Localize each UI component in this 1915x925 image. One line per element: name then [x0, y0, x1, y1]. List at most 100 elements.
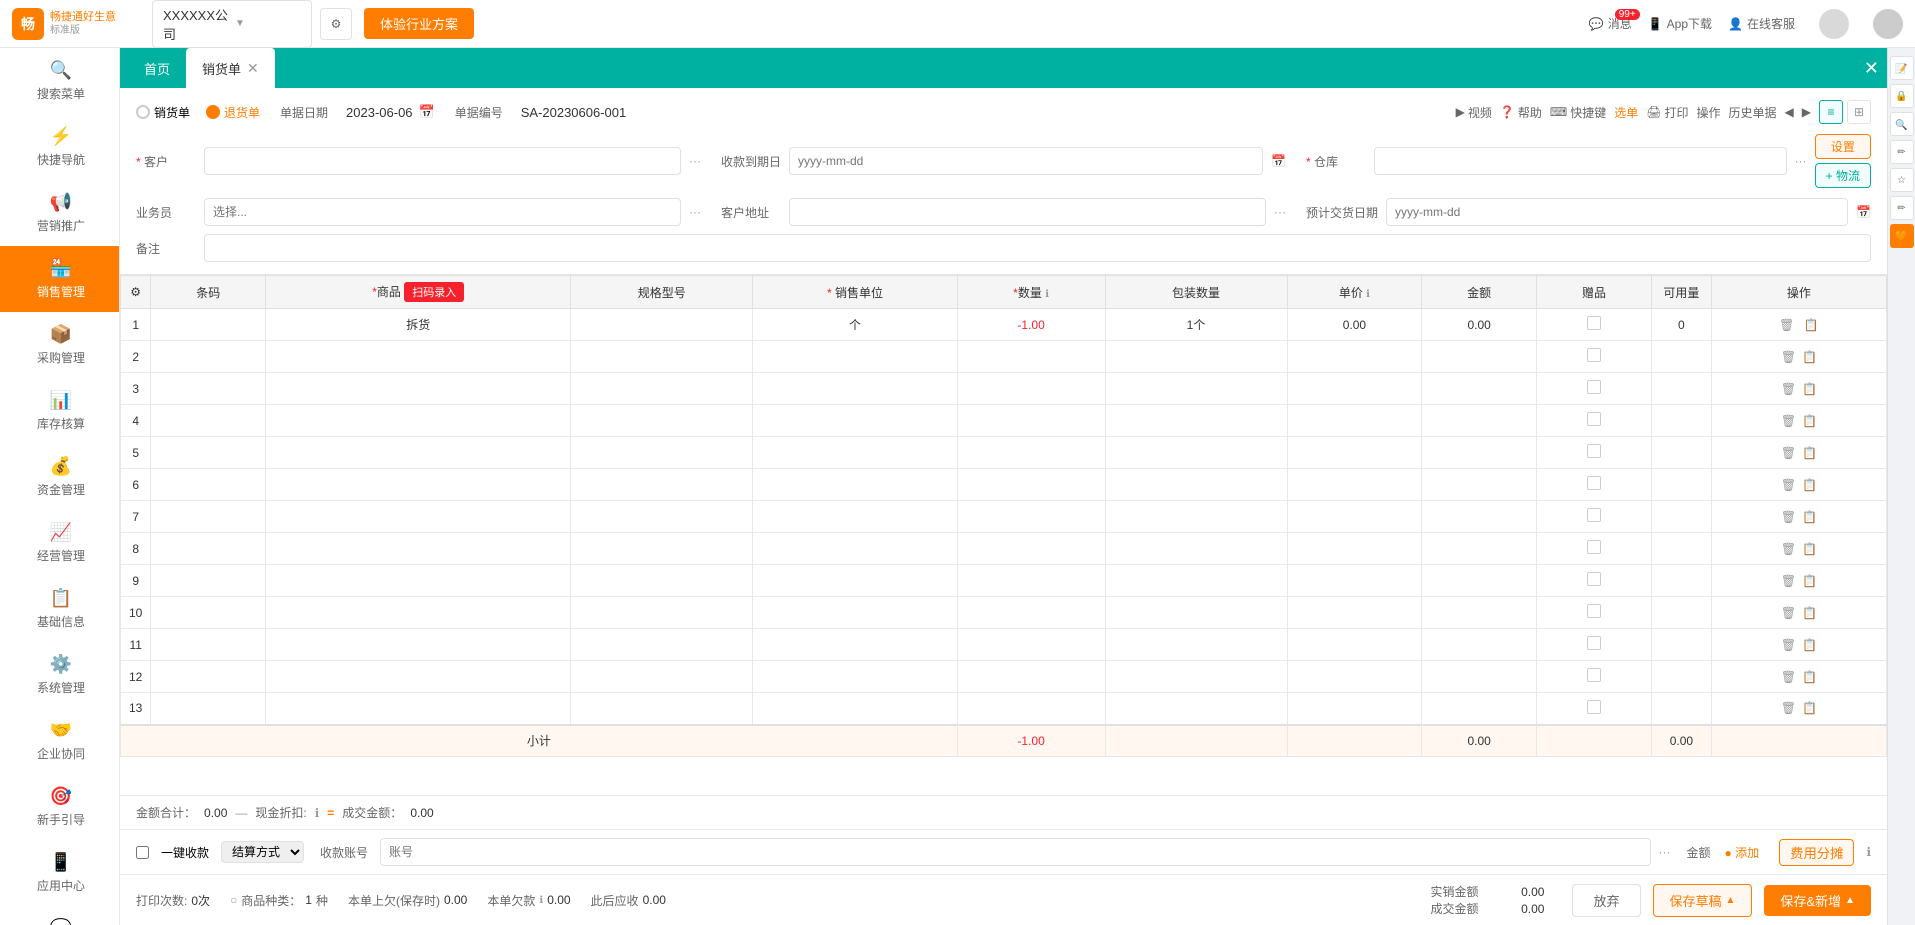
notes-input[interactable] [204, 234, 1871, 262]
user-avatar-2[interactable] [1873, 9, 1903, 39]
salesperson-input[interactable] [204, 198, 681, 226]
calendar-icon[interactable]: 📅 [419, 104, 435, 120]
gift-checkbox-4[interactable] [1587, 412, 1601, 426]
sidebar-item-operations[interactable]: 📈 经营管理 [0, 510, 119, 576]
delete-row-8[interactable]: 🗑 [1781, 542, 1796, 556]
prev-btn[interactable]: ◀ [1785, 105, 1794, 119]
view-list-btn[interactable]: ≡ [1819, 100, 1843, 124]
user-avatar[interactable] [1819, 9, 1849, 39]
rp-star-btn[interactable]: ☆ [1890, 168, 1914, 192]
view-grid-btn[interactable]: ⊞ [1847, 100, 1871, 124]
rp-note-btn[interactable]: ✏ [1890, 140, 1914, 164]
sidebar-item-finance[interactable]: 💰 资金管理 [0, 444, 119, 510]
expense-btn[interactable]: 费用分摊 [1779, 839, 1854, 866]
copy-row-9[interactable]: 📋 [1802, 574, 1817, 588]
message-btn[interactable]: 💬 消息 99+ [1589, 15, 1632, 32]
rp-search-btn[interactable]: 🔍 [1890, 112, 1914, 136]
sidebar-item-marketing[interactable]: 📢 营销推广 [0, 180, 119, 246]
sidebar-item-system[interactable]: ⚙️ 系统管理 [0, 642, 119, 708]
save-draft-btn[interactable]: 保存草稿 ▲ [1653, 884, 1753, 917]
discount-info-icon[interactable]: ℹ [315, 806, 320, 820]
logistics-btn[interactable]: + 物流 [1815, 163, 1871, 188]
sidebar-item-apps[interactable]: 📱 应用中心 [0, 840, 119, 906]
delete-row-12[interactable]: 🗑 [1781, 670, 1796, 684]
gift-checkbox-5[interactable] [1587, 444, 1601, 458]
rp-pencil-btn[interactable]: ✏ [1890, 196, 1914, 220]
tab-bar-close-icon[interactable]: ✕ [1864, 58, 1879, 79]
calc-method-select[interactable]: 结算方式 [221, 841, 304, 863]
tab-close-icon[interactable]: ✕ [247, 60, 259, 77]
copy-row-1[interactable]: 📋 [1804, 318, 1819, 332]
sidebar-item-basic[interactable]: 📋 基础信息 [0, 576, 119, 642]
copy-row-3[interactable]: 📋 [1802, 382, 1817, 396]
sidebar-item-search[interactable]: 🔍 搜索菜单 [0, 48, 119, 114]
settings-btn[interactable]: 设置 [1815, 134, 1871, 159]
customer-input[interactable] [204, 147, 681, 175]
abandon-btn[interactable]: 放弃 [1572, 884, 1640, 917]
delete-row-9[interactable]: 🗑 [1781, 574, 1796, 588]
trial-btn[interactable]: 体验行业方案 [364, 8, 474, 39]
copy-row-11[interactable]: 📋 [1802, 638, 1817, 652]
video-btn[interactable]: ▶ 视频 [1456, 104, 1492, 121]
sidebar-item-enterprise[interactable]: 🤝 企业协同 [0, 708, 119, 774]
rp-orange-btn[interactable]: 🧡 [1890, 224, 1914, 248]
sidebar-item-quick-nav[interactable]: ⚡ 快捷导航 [0, 114, 119, 180]
account-input[interactable] [380, 838, 1650, 866]
radio-return[interactable]: 退货单 [206, 104, 260, 121]
payment-date-calendar-icon[interactable]: 📅 [1271, 154, 1286, 168]
sidebar-item-purchase[interactable]: 📦 采购管理 [0, 312, 119, 378]
rp-lock-btn[interactable]: 🔒 [1890, 84, 1914, 108]
copy-row-10[interactable]: 📋 [1802, 606, 1817, 620]
copy-row-13[interactable]: 📋 [1802, 701, 1817, 715]
account-dots[interactable]: ··· [1659, 845, 1671, 859]
radio-sales[interactable]: 销货单 [136, 104, 190, 121]
gift-checkbox-9[interactable] [1587, 572, 1601, 586]
delete-row-7[interactable]: 🗑 [1781, 510, 1796, 524]
warehouse-input[interactable]: 建材仓 [1374, 147, 1787, 175]
gift-checkbox-6[interactable] [1587, 476, 1601, 490]
one-click-pay-checkbox[interactable] [136, 846, 149, 859]
app-download-btn[interactable]: 📱 App下载 [1648, 15, 1712, 32]
scan-btn[interactable]: 扫码录入 [404, 282, 464, 302]
expense-info-icon[interactable]: ℹ [1866, 845, 1871, 859]
sidebar-item-inventory[interactable]: 📊 库存核算 [0, 378, 119, 444]
sidebar-item-sales[interactable]: 🏪 销售管理 [0, 246, 119, 312]
product-type-radio[interactable]: ○ [230, 893, 237, 907]
delete-row-5[interactable]: 🗑 [1781, 446, 1796, 460]
tab-sales-order[interactable]: 销货单 ✕ [186, 48, 275, 88]
address-dots[interactable]: ··· [1274, 205, 1286, 219]
gift-checkbox-8[interactable] [1587, 540, 1601, 554]
gift-checkbox-7[interactable] [1587, 508, 1601, 522]
copy-row-4[interactable]: 📋 [1802, 414, 1817, 428]
customer-dots[interactable]: ··· [689, 154, 701, 168]
sidebar-item-wechat[interactable]: 💬 企业微信 [0, 906, 119, 925]
copy-row-12[interactable]: 📋 [1802, 670, 1817, 684]
settings-button[interactable]: ⚙ [320, 8, 352, 40]
print-btn[interactable]: 🖨 打印 [1646, 104, 1688, 121]
next-btn[interactable]: ▶ [1802, 105, 1811, 119]
online-support-btn[interactable]: 👤 在线客服 [1728, 15, 1795, 32]
help-btn[interactable]: ❓ 帮助 [1500, 104, 1542, 121]
rp-edit-btn[interactable]: 📝 [1890, 56, 1914, 80]
copy-row-7[interactable]: 📋 [1802, 510, 1817, 524]
gift-checkbox-11[interactable] [1587, 636, 1601, 650]
company-selector[interactable]: XXXXXX公司 ▼ [152, 0, 312, 48]
add-btn[interactable]: ● 添加 [1725, 844, 1760, 861]
col-settings[interactable]: ⚙ [121, 276, 151, 309]
delete-row-11[interactable]: 🗑 [1781, 638, 1796, 652]
arrearage-info-icon[interactable]: ℹ [539, 895, 543, 906]
gift-checkbox-3[interactable] [1587, 380, 1601, 394]
delete-row-4[interactable]: 🗑 [1781, 414, 1796, 428]
copy-row-6[interactable]: 📋 [1802, 478, 1817, 492]
save-new-btn[interactable]: 保存&新增 ▲ [1764, 885, 1871, 916]
shortcut-btn[interactable]: ⌨ 快捷键 [1550, 104, 1606, 121]
select-btn[interactable]: 选单 [1614, 104, 1638, 121]
history-btn[interactable]: 历史单据 [1729, 104, 1777, 121]
delete-row-13[interactable]: 🗑 [1781, 701, 1796, 715]
warehouse-dots[interactable]: ··· [1795, 154, 1807, 168]
gift-checkbox-1[interactable] [1587, 316, 1601, 330]
salesperson-dots[interactable]: ··· [689, 205, 701, 219]
copy-row-8[interactable]: 📋 [1802, 542, 1817, 556]
gift-checkbox-10[interactable] [1587, 604, 1601, 618]
gift-checkbox-12[interactable] [1587, 668, 1601, 682]
